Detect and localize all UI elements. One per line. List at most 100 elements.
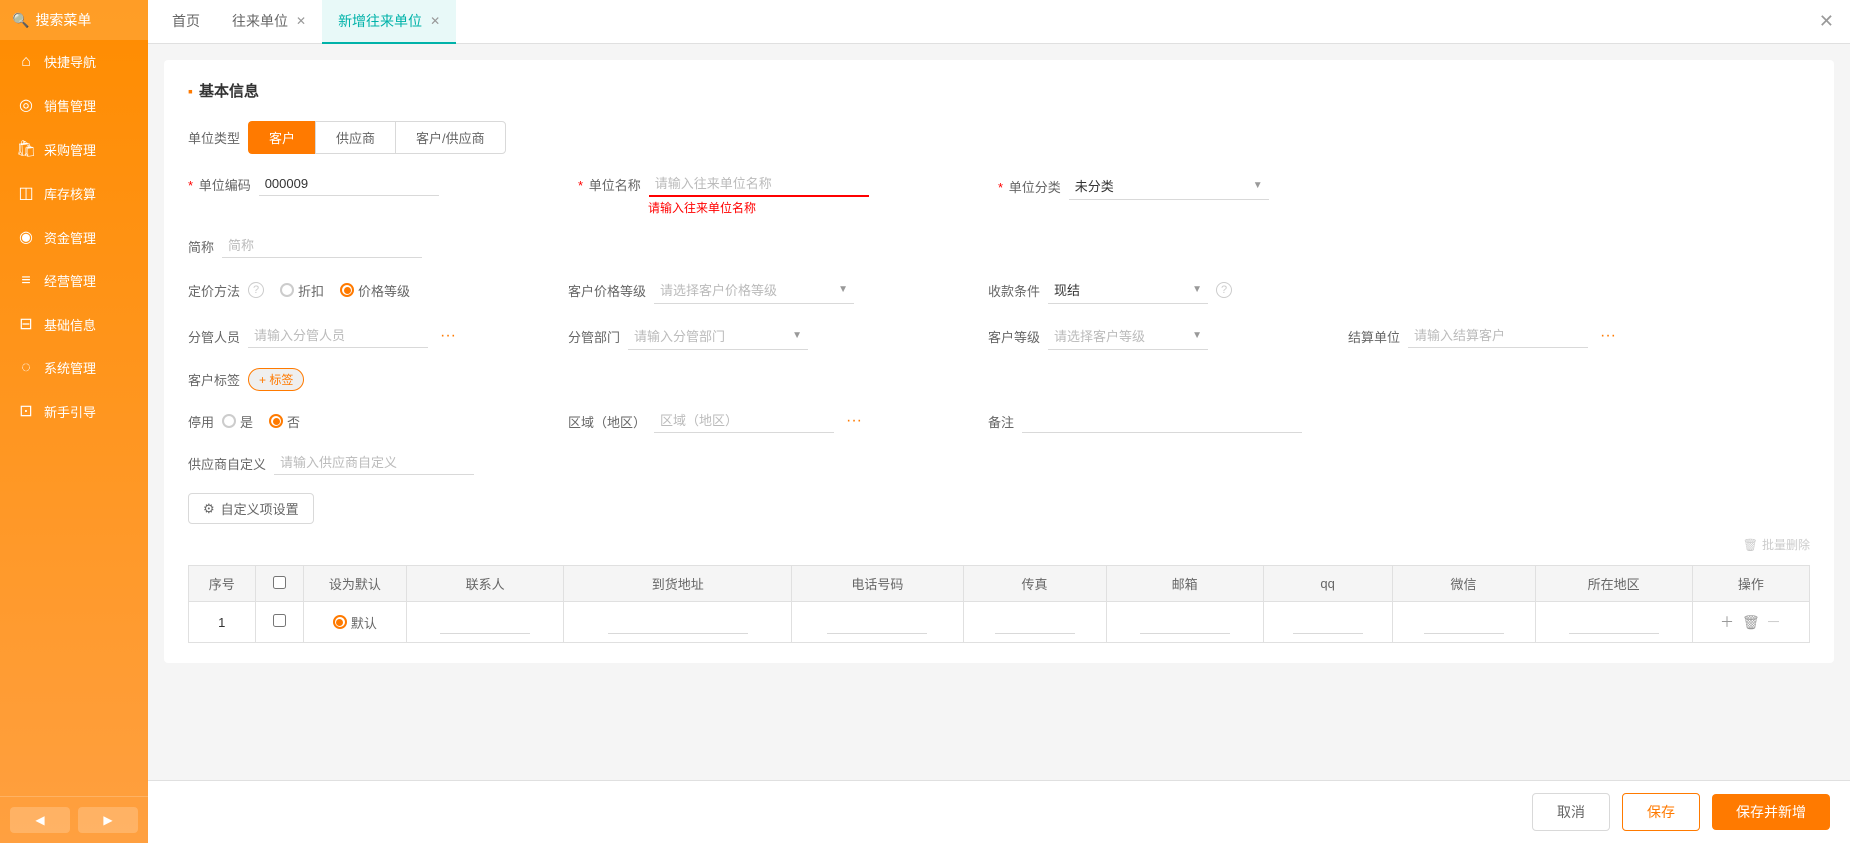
region-more-btn[interactable]: ··· [842,412,866,430]
sidebar-item-inventory[interactable]: ◫ 库存核算 [0,171,148,215]
custom-settings-btn[interactable]: ⚙ 自定义项设置 [188,493,314,524]
manager-input[interactable] [248,324,428,348]
sidebar-expand-btn[interactable]: ▶ [78,807,138,833]
settlement-unit-input[interactable] [1408,324,1588,348]
customer-price-level-select[interactable]: 请选择客户价格等级 ▼ [654,276,854,304]
region-table-input[interactable] [1569,610,1659,634]
sidebar-item-label: 经营管理 [44,271,96,290]
bottom-bar: 取消 保存 保存并新增 [148,780,1850,843]
pricing-method-field: 定价方法 ? 折扣 价格等级 [188,281,568,300]
type-btn-supplier[interactable]: 供应商 [315,121,395,154]
cell-email[interactable] [1106,602,1263,643]
guide-icon: ⊡ [16,401,36,421]
unit-category-select[interactable]: 未分类 ▼ [1069,172,1269,200]
sidebar-item-label: 库存核算 [44,184,96,203]
note-label: 备注 [988,412,1014,431]
batch-delete-container: 🗑 批量删除 [188,536,1810,559]
unit-code-row: * 单位编码 * 单位名称 请输入往来单位名称 [188,172,1810,216]
tab-new-partner[interactable]: 新增往来单位 ✕ [322,0,456,44]
tab-bar-close-btn[interactable]: ✕ [1811,11,1842,32]
sidebar-item-sales[interactable]: ◎ 销售管理 [0,83,148,127]
sidebar-item-base-info[interactable]: ⊟ 基础信息 [0,302,148,346]
tag-add-btn[interactable]: + 标签 [248,368,304,391]
payment-terms-arrow: ▼ [1192,284,1202,295]
unit-name-error-msg: 请输入往来单位名称 [648,201,756,215]
sidebar: 🔍 搜索菜单 ⌂ 快捷导航 ◎ 销售管理 🛍 采购管理 ◫ 库存核算 ◉ 资金管… [0,0,148,843]
department-select[interactable]: 请输入分管部门 ▼ [628,322,808,350]
disabled-no-radio[interactable]: 否 [269,412,300,431]
type-btn-customer[interactable]: 客户 [248,121,315,154]
department-label: 分管部门 [568,327,620,346]
unit-name-input[interactable] [649,172,869,197]
pricing-help-icon[interactable]: ? [248,282,264,298]
pricing-level-radio[interactable]: 价格等级 [340,281,410,300]
row-actions: ＋ 🗑 | [1703,612,1799,632]
tab-home[interactable]: 首页 [156,0,216,44]
wechat-input[interactable] [1424,610,1504,634]
fax-input[interactable] [995,610,1075,634]
customer-level-select[interactable]: 请选择客户等级 ▼ [1048,322,1208,350]
payment-help-icon[interactable]: ? [1216,282,1232,298]
cell-fax[interactable] [963,602,1106,643]
default-radio[interactable]: 默认 [314,613,396,632]
payment-terms-select[interactable]: 现结 ▼ [1048,276,1208,304]
col-checkbox [255,566,303,602]
sidebar-item-operations[interactable]: ≡ 经营管理 [0,259,148,302]
sidebar-collapse-btn[interactable]: ◀ [10,807,70,833]
batch-delete-btn[interactable]: 🗑 批量删除 [1743,536,1810,553]
unit-code-label: * 单位编码 [188,175,251,194]
sidebar-item-system[interactable]: ◌ 系统管理 [0,346,148,389]
tab-new-partner-close[interactable]: ✕ [430,15,440,27]
row-checkbox[interactable] [273,614,286,627]
supplier-custom-input[interactable] [274,451,474,475]
sidebar-item-label: 快捷导航 [44,52,96,71]
sidebar-item-finance[interactable]: ◉ 资金管理 [0,215,148,259]
sidebar-item-quick-nav[interactable]: ⌂ 快捷导航 [0,40,148,83]
unit-type-label: 单位类型 [188,128,240,147]
contact-input[interactable] [440,610,530,634]
cell-wechat[interactable] [1392,602,1535,643]
cell-phone[interactable] [792,602,963,643]
purchase-icon: 🛍 [16,139,36,159]
customer-level-arrow: ▼ [1192,330,1202,341]
cell-operations: ＋ 🗑 | [1692,602,1809,643]
customer-price-level-label: 客户价格等级 [568,281,646,300]
region-input[interactable] [654,409,834,433]
save-new-button[interactable]: 保存并新增 [1712,794,1830,830]
type-btn-both[interactable]: 客户/供应商 [395,121,506,154]
pricing-method-label: 定价方法 [188,281,240,300]
table-select-all[interactable] [273,576,286,589]
sidebar-item-purchase[interactable]: 🛍 采购管理 [0,127,148,171]
col-seq: 序号 [189,566,256,602]
cell-address[interactable] [564,602,792,643]
cell-qq[interactable] [1263,602,1392,643]
sidebar-item-guide[interactable]: ⊡ 新手引导 [0,389,148,433]
cell-contact[interactable] [407,602,564,643]
tab-partner-list[interactable]: 往来单位 ✕ [216,0,322,44]
cell-region[interactable] [1535,602,1692,643]
cancel-button[interactable]: 取消 [1532,793,1610,831]
address-input[interactable] [608,610,748,634]
unit-category-value: 未分类 [1075,176,1249,195]
price-level-label: 价格等级 [358,281,410,300]
disabled-yes-radio[interactable]: 是 [222,412,253,431]
qq-input[interactable] [1293,610,1363,634]
save-button[interactable]: 保存 [1622,793,1700,831]
section-title-icon: ▪ [188,83,193,99]
note-input[interactable] [1022,409,1302,433]
pricing-discount-radio[interactable]: 折扣 [280,281,324,300]
row-add-btn[interactable]: ＋ [1720,612,1734,632]
manager-more-btn[interactable]: ··· [436,327,460,345]
col-fax: 传真 [963,566,1106,602]
tab-partner-list-close[interactable]: ✕ [296,15,306,27]
email-input[interactable] [1140,610,1230,634]
sidebar-search[interactable]: 🔍 搜索菜单 [0,0,148,40]
row-delete-btn[interactable]: 🗑 [1742,612,1760,632]
phone-input[interactable] [827,610,927,634]
unit-code-input[interactable] [259,172,439,196]
settlement-unit-more-btn[interactable]: ··· [1596,327,1620,345]
customer-tag-label: 客户标签 [188,370,240,389]
sidebar-item-label: 新手引导 [44,402,96,421]
delete-icon: 🗑 [1743,538,1758,552]
short-name-input[interactable] [222,234,422,258]
